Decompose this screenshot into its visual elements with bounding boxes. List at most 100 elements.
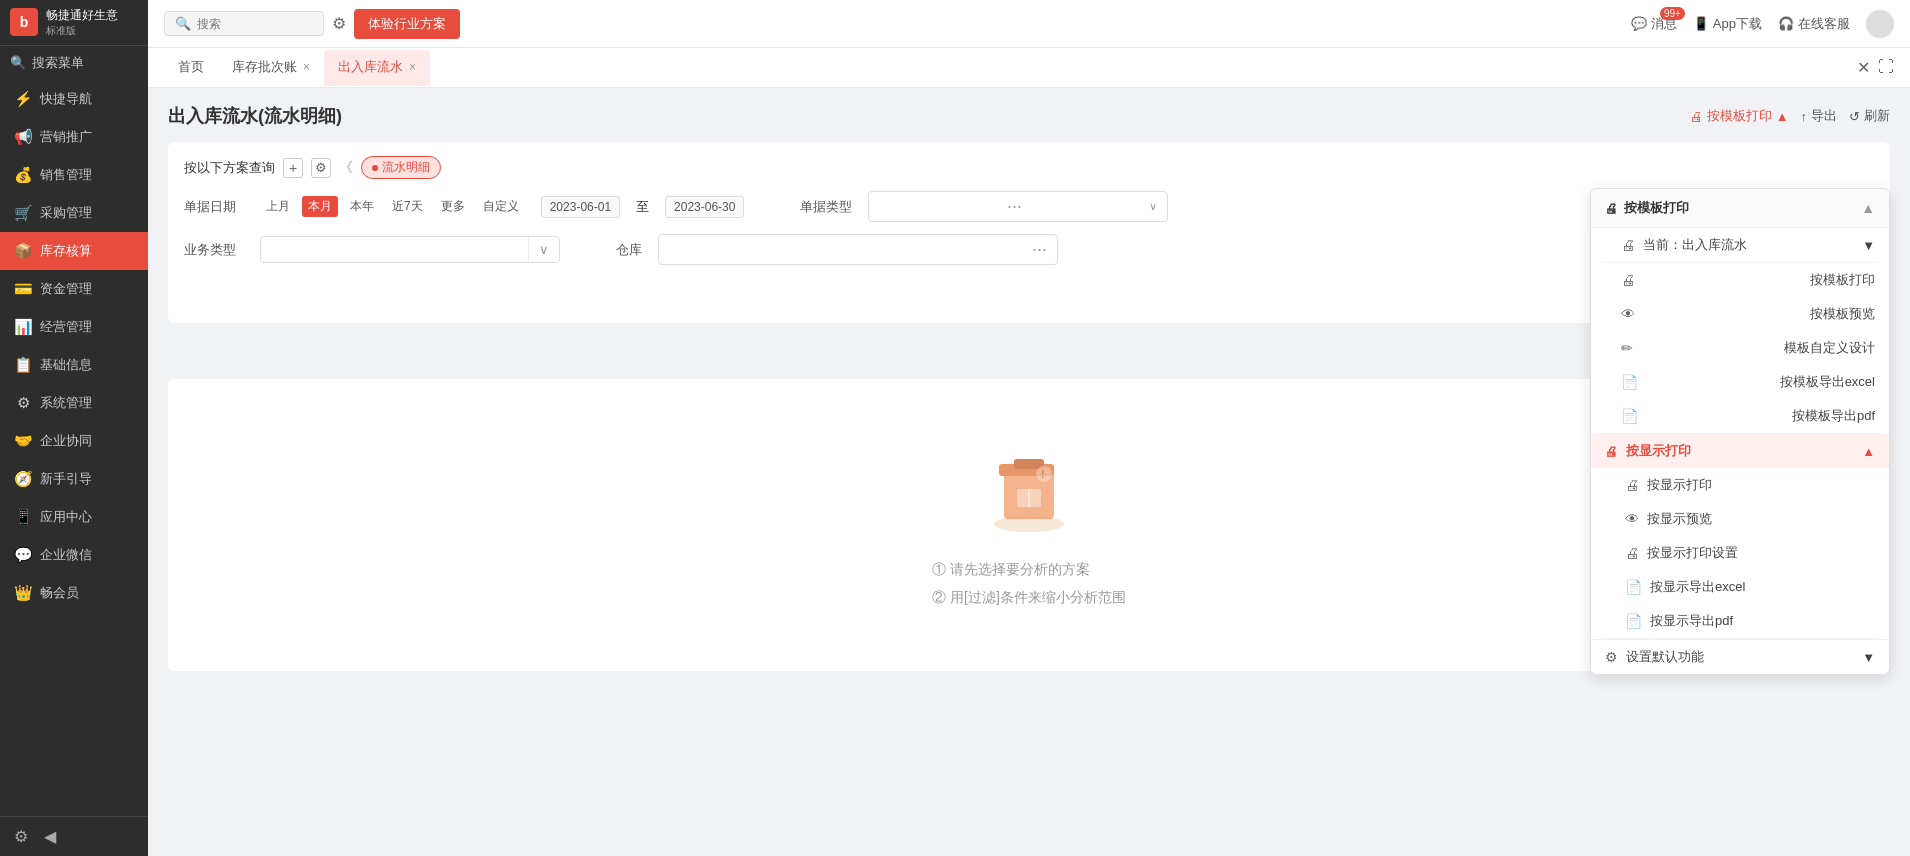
sidebar-item-guide[interactable]: 🧭 新手引导 — [0, 460, 148, 498]
message-action[interactable]: 💬 消息 99+ — [1631, 15, 1677, 33]
sidebar-item-app-center[interactable]: 📱 应用中心 — [0, 498, 148, 536]
date-range-start[interactable]: 2023-06-01 — [541, 196, 620, 218]
footer-settings-icon[interactable]: ⚙ — [14, 827, 28, 846]
sidebar-header: b 畅捷通好生意 标准版 — [0, 0, 148, 46]
current-sub-arrow: ▼ — [1862, 238, 1875, 253]
dropdown-footer[interactable]: ⚙ 设置默认功能 ▼ — [1591, 639, 1889, 674]
sidebar-item-basics[interactable]: 📋 基础信息 — [0, 346, 148, 384]
date-btn-more[interactable]: 更多 — [435, 196, 471, 217]
dropdown-item-display-pdf[interactable]: 📄 按显示导出pdf — [1591, 604, 1889, 638]
filter-settings-btn[interactable]: ⚙ — [311, 158, 331, 178]
dropdown-item-template-custom[interactable]: ✏ 模板自定义设计 — [1591, 331, 1889, 365]
dropdown-item-display-print-settings[interactable]: 🖨 按显示打印设置 — [1591, 536, 1889, 570]
print-dropdown-panel: 🖨 按模板打印 ▲ 🖨 当前：出入库流水 ▼ 🖨 按模板打印 — [1590, 188, 1890, 675]
empty-illustration: ! — [979, 439, 1079, 539]
dropdown-item-display-preview[interactable]: 👁 按显示预览 — [1591, 502, 1889, 536]
message-badge: 99+ — [1660, 7, 1685, 20]
topbar-gear-icon[interactable]: ⚙ — [332, 14, 346, 33]
sidebar-search[interactable]: 🔍 搜索菜单 — [0, 46, 148, 80]
date-btn-this-month[interactable]: 本月 — [302, 196, 338, 217]
refresh-btn[interactable]: ↺ 刷新 — [1849, 107, 1890, 125]
filter-add-btn[interactable]: + — [283, 158, 303, 178]
online-service-action[interactable]: 🎧 在线客服 — [1778, 15, 1850, 33]
dropdown-header-arrow[interactable]: ▲ — [1861, 200, 1875, 216]
filter-active-tag[interactable]: 流水明细 — [361, 156, 441, 179]
sidebar-item-cooperation[interactable]: 🤝 企业协同 — [0, 422, 148, 460]
topbar-search-icon: 🔍 — [175, 16, 191, 31]
app-title: 畅捷通好生意 标准版 — [46, 8, 118, 37]
business-type-arrow[interactable]: ∨ — [528, 237, 559, 262]
doc-type-select[interactable]: ··· ∨ — [868, 191, 1168, 222]
doc-type-more-icon[interactable]: ··· — [1007, 196, 1022, 217]
sidebar: b 畅捷通好生意 标准版 🔍 搜索菜单 ⚡ 快捷导航 📢 营销推广 💰 销售管理 — [0, 0, 148, 856]
sidebar-item-operations[interactable]: 📊 经营管理 — [0, 308, 148, 346]
tab-batch-close[interactable]: × — [303, 60, 310, 74]
window-close-btn[interactable]: ✕ — [1857, 58, 1870, 77]
window-controls: ✕ ⛶ — [1857, 58, 1894, 77]
doc-type-arrow: ∨ — [1149, 200, 1157, 213]
window-expand-btn[interactable]: ⛶ — [1878, 58, 1894, 77]
app-center-icon: 📱 — [14, 508, 32, 526]
sidebar-item-inventory[interactable]: 📦 库存核算 — [0, 232, 148, 270]
tab-current[interactable]: 出入库流水 × — [324, 50, 430, 86]
topbar-search-input[interactable] — [197, 17, 297, 31]
tab-home[interactable]: 首页 — [164, 50, 218, 86]
date-btn-this-year[interactable]: 本年 — [344, 196, 380, 217]
sidebar-item-membership[interactable]: 👑 畅会员 — [0, 574, 148, 612]
warehouse-more-icon[interactable]: ··· — [1032, 239, 1047, 260]
export-icon: ↑ — [1801, 109, 1808, 124]
display-print-icon: 🖨 — [1625, 477, 1639, 493]
warehouse-label: 仓库 — [616, 241, 642, 259]
topbar-search-box[interactable]: 🔍 — [164, 11, 324, 36]
dropdown-section-display[interactable]: 🖨 按显示打印 ▲ — [1591, 434, 1889, 468]
dropdown-item-template-excel[interactable]: 📄 按模板导出excel — [1591, 365, 1889, 399]
dropdown-item-template-print[interactable]: 🖨 按模板打印 — [1591, 263, 1889, 297]
date-btn-7days[interactable]: 近7天 — [386, 196, 429, 217]
membership-icon: 👑 — [14, 584, 32, 602]
trial-btn[interactable]: 体验行业方案 — [354, 9, 460, 39]
dropdown-item-template-pdf[interactable]: 📄 按模板导出pdf — [1591, 399, 1889, 433]
phone-icon: 📱 — [1693, 16, 1709, 31]
print-template-btn[interactable]: 🖨 按模板打印 ▲ — [1690, 107, 1789, 125]
footer-collapse-icon[interactable]: ◀ — [44, 827, 56, 846]
sidebar-item-marketing[interactable]: 📢 营销推广 — [0, 118, 148, 156]
step1-num: ① — [932, 561, 946, 577]
dropdown-item-display-print[interactable]: 🖨 按显示打印 — [1591, 468, 1889, 502]
date-btn-custom[interactable]: 自定义 — [477, 196, 525, 217]
date-range-end[interactable]: 2023-06-30 — [665, 196, 744, 218]
dropdown-item-template-preview[interactable]: 👁 按模板预览 — [1591, 297, 1889, 331]
business-type-select[interactable]: ∨ — [260, 236, 560, 263]
date-label: 单据日期 — [184, 198, 244, 216]
step2-num: ② — [932, 589, 946, 605]
display-section-arrow: ▲ — [1862, 444, 1875, 459]
current-sub-icon: 🖨 — [1621, 237, 1635, 253]
avatar[interactable] — [1866, 10, 1894, 38]
sidebar-item-system[interactable]: ⚙ 系统管理 — [0, 384, 148, 422]
dropdown-item-display-excel[interactable]: 📄 按显示导出excel — [1591, 570, 1889, 604]
app-download-action[interactable]: 📱 App下载 — [1693, 15, 1762, 33]
page-actions: 🖨 按模板打印 ▲ ↑ 导出 ↺ 刷新 — [1690, 107, 1890, 125]
topbar-left: 🔍 ⚙ 体验行业方案 — [164, 9, 1619, 39]
business-type-label: 业务类型 — [184, 241, 244, 259]
svg-text:!: ! — [1041, 469, 1044, 480]
business-type-input[interactable] — [261, 237, 528, 262]
topbar-right: 💬 消息 99+ 📱 App下载 🎧 在线客服 — [1631, 10, 1894, 38]
sidebar-item-finance[interactable]: 💳 资金管理 — [0, 270, 148, 308]
sidebar-item-sales[interactable]: 💰 销售管理 — [0, 156, 148, 194]
headset-icon: 🎧 — [1778, 16, 1794, 31]
search-icon: 🔍 — [10, 55, 26, 70]
filter-header: 按以下方案查询 + ⚙ 《 流水明细 — [184, 156, 1874, 179]
sidebar-item-wechat[interactable]: 💬 企业微信 — [0, 536, 148, 574]
export-btn[interactable]: ↑ 导出 — [1801, 107, 1838, 125]
sidebar-item-purchase[interactable]: 🛒 采购管理 — [0, 194, 148, 232]
dropdown-current-sub[interactable]: 🖨 当前：出入库流水 ▼ — [1591, 228, 1889, 262]
sidebar-item-quick-nav[interactable]: ⚡ 快捷导航 — [0, 80, 148, 118]
filter-collapse-btn[interactable]: 《 — [339, 159, 353, 177]
footer-icon: ⚙ — [1605, 649, 1618, 665]
tab-current-close[interactable]: × — [409, 60, 416, 74]
quick-nav-icon: ⚡ — [14, 90, 32, 108]
warehouse-select[interactable]: ··· — [658, 234, 1058, 265]
display-preview-icon: 👁 — [1625, 511, 1639, 527]
date-btn-last-month[interactable]: 上月 — [260, 196, 296, 217]
tab-batch[interactable]: 库存批次账 × — [218, 50, 324, 86]
